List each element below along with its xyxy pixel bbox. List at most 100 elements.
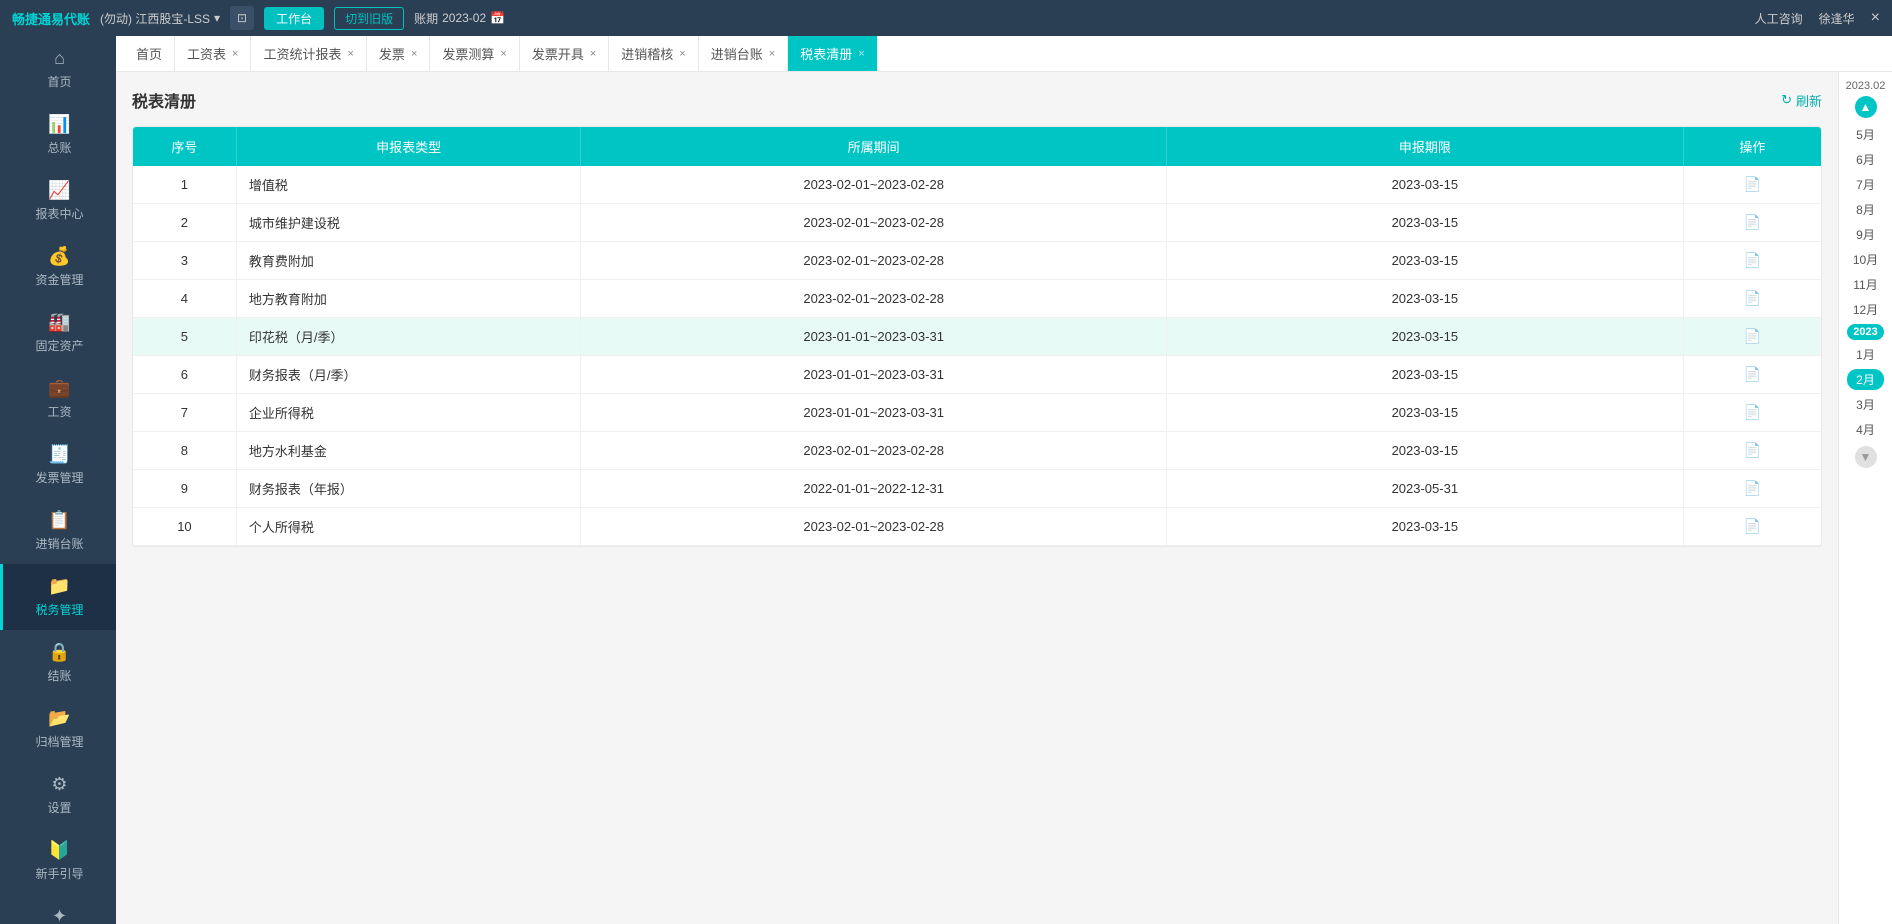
tab-item-8[interactable]: 税表清册× <box>788 36 877 72</box>
timeline-month-2022-8月[interactable]: 8月 <box>1847 197 1883 222</box>
sidebar-icon-settings: ⚙ <box>51 774 67 795</box>
tab-item-0[interactable]: 首页 <box>124 36 175 72</box>
action-icon-5[interactable]: 📄 <box>1744 366 1761 382</box>
timeline-month-2022-6月[interactable]: 6月 <box>1847 147 1883 172</box>
sidebar-item-invoice-mgmt[interactable]: 🧾发票管理 <box>0 432 116 498</box>
tab-label-7: 进销台账 <box>711 44 763 63</box>
sidebar-item-ledger[interactable]: 📊总账 <box>0 102 116 168</box>
support-btn[interactable]: 人工咨询 <box>1755 10 1803 27</box>
timeline-month-2022-11月[interactable]: 11月 <box>1847 272 1883 297</box>
sidebar-item-report[interactable]: 📈报表中心 <box>0 168 116 234</box>
calendar-icon[interactable]: 📅 <box>490 11 505 25</box>
action-icon-3[interactable]: 📄 <box>1744 290 1761 306</box>
col-header-3: 申报期限 <box>1166 127 1683 166</box>
sidebar-item-salary[interactable]: 💼 工资 <box>0 366 116 432</box>
cell-action-5[interactable]: 📄 <box>1683 356 1821 394</box>
tab-item-2[interactable]: 工资统计报表× <box>251 36 366 72</box>
cell-action-0[interactable]: 📄 <box>1683 166 1821 204</box>
tab-close-5[interactable]: × <box>590 48 596 60</box>
cell-type-4: 印花税（月/季） <box>236 318 580 356</box>
refresh-button[interactable]: ↻ 刷新 <box>1781 91 1822 110</box>
sidebar-item-guide[interactable]: 🔰新手引导 <box>0 828 116 894</box>
tab-item-4[interactable]: 发票测算× <box>430 36 519 72</box>
action-icon-0[interactable]: 📄 <box>1744 176 1761 192</box>
tab-item-5[interactable]: 发票开具× <box>520 36 609 72</box>
tab-close-4[interactable]: × <box>500 48 506 60</box>
content-area: 首页工资表×工资统计报表×发票×发票测算×发票开具×进销稽核×进销台账×税表清册… <box>116 36 1892 924</box>
cell-action-7[interactable]: 📄 <box>1683 432 1821 470</box>
timeline-month-2022-10月[interactable]: 10月 <box>1847 247 1883 272</box>
cell-id-1: 2 <box>133 204 236 242</box>
cell-action-1[interactable]: 📄 <box>1683 204 1821 242</box>
sidebar-icon-guide: 🔰 <box>48 840 70 861</box>
timeline-month-2023-after-3月[interactable]: 3月 <box>1847 392 1883 417</box>
tab-close-7[interactable]: × <box>769 48 775 60</box>
tab-item-3[interactable]: 发票× <box>367 36 430 72</box>
timeline-month-2022-9月[interactable]: 9月 <box>1847 222 1883 247</box>
cell-deadline-2: 2023-03-15 <box>1166 242 1683 280</box>
tab-close-1[interactable]: × <box>232 48 238 60</box>
sidebar-item-purchase-sales[interactable]: 📋进销台账 <box>0 498 116 564</box>
switch-old-button[interactable]: 切到旧版 <box>334 7 404 30</box>
col-header-2: 所属期间 <box>581 127 1167 166</box>
timeline-month-2023-1月[interactable]: 1月 <box>1847 342 1883 367</box>
action-icon-9[interactable]: 📄 <box>1744 518 1761 534</box>
table-row: 6 财务报表（月/季） 2023-01-01~2023-03-31 2023-0… <box>133 356 1821 394</box>
tab-close-2[interactable]: × <box>347 48 353 60</box>
action-icon-7[interactable]: 📄 <box>1744 442 1761 458</box>
tab-close-6[interactable]: × <box>679 48 685 60</box>
timeline-down-button[interactable]: ▼ <box>1855 446 1877 468</box>
action-icon-6[interactable]: 📄 <box>1744 404 1761 420</box>
sidebar-item-funds[interactable]: 💰资金管理 <box>0 234 116 300</box>
copy-icon-btn[interactable]: ⊡ <box>230 6 254 30</box>
timeline-month-2022-7月[interactable]: 7月 <box>1847 172 1883 197</box>
sidebar-item-tax-mgmt[interactable]: 📁税务管理 <box>0 564 116 630</box>
tab-item-7[interactable]: 进销台账 × <box>699 36 788 72</box>
col-header-0: 序号 <box>133 127 236 166</box>
sidebar-icon-purchase-sales: 📋 <box>48 510 70 531</box>
tab-item-6[interactable]: 进销稽核× <box>609 36 698 72</box>
action-icon-4[interactable]: 📄 <box>1744 328 1761 344</box>
action-icon-8[interactable]: 📄 <box>1744 480 1761 496</box>
sidebar-label-salary: 工资 <box>47 403 71 420</box>
timeline-month-2022-12月[interactable]: 12月 <box>1847 297 1883 322</box>
cell-type-3: 地方教育附加 <box>236 280 580 318</box>
tab-close-3[interactable]: × <box>411 48 417 60</box>
cell-id-7: 8 <box>133 432 236 470</box>
close-btn[interactable]: × <box>1871 9 1880 27</box>
sidebar-item-settings[interactable]: ⚙设置 <box>0 762 116 828</box>
sidebar-item-fixed-assets[interactable]: 🏭固定资产 <box>0 300 116 366</box>
timeline-year-2023[interactable]: 2023 <box>1847 324 1883 340</box>
timeline-month-2023-after-4月[interactable]: 4月 <box>1847 417 1883 442</box>
cell-action-4[interactable]: 📄 <box>1683 318 1821 356</box>
workbench-button[interactable]: 工作台 <box>264 7 324 30</box>
sidebar-item-archive[interactable]: 📂归档管理 <box>0 696 116 762</box>
sidebar-item-member[interactable]: ✦畅会员 <box>0 894 116 924</box>
timeline-up-button[interactable]: ▲ <box>1855 96 1877 118</box>
sidebar-icon-ledger: 📊 <box>48 114 70 135</box>
cell-period-8: 2022-01-01~2022-12-31 <box>581 470 1167 508</box>
timeline-active-month[interactable]: 2月 <box>1847 369 1883 390</box>
sidebar-label-funds: 资金管理 <box>35 271 83 288</box>
tab-close-8[interactable]: × <box>858 48 864 60</box>
sidebar-icon-salary: 💼 <box>48 378 70 399</box>
user-info[interactable]: 徐逢华 <box>1819 10 1855 27</box>
sidebar-icon-member: ✦ <box>52 906 67 924</box>
cell-type-9: 个人所得税 <box>236 508 580 546</box>
tab-item-1[interactable]: 工资表× <box>175 36 251 72</box>
sidebar-item-close[interactable]: 🔒结账 <box>0 630 116 696</box>
sidebar-item-home[interactable]: ⌂首页 <box>0 36 116 102</box>
cell-type-0: 增值税 <box>236 166 580 204</box>
cell-id-6: 7 <box>133 394 236 432</box>
cell-action-6[interactable]: 📄 <box>1683 394 1821 432</box>
company-dropdown-icon[interactable]: ▾ <box>214 11 220 25</box>
cell-action-9[interactable]: 📄 <box>1683 508 1821 546</box>
company-selector[interactable]: (勿动) 江西股宝-LSS ▾ <box>100 10 220 27</box>
action-icon-1[interactable]: 📄 <box>1744 214 1761 230</box>
table-row: 4 地方教育附加 2023-02-01~2023-02-28 2023-03-1… <box>133 280 1821 318</box>
cell-action-8[interactable]: 📄 <box>1683 470 1821 508</box>
cell-action-3[interactable]: 📄 <box>1683 280 1821 318</box>
timeline-month-2022-5月[interactable]: 5月 <box>1847 122 1883 147</box>
action-icon-2[interactable]: 📄 <box>1744 252 1761 268</box>
cell-action-2[interactable]: 📄 <box>1683 242 1821 280</box>
